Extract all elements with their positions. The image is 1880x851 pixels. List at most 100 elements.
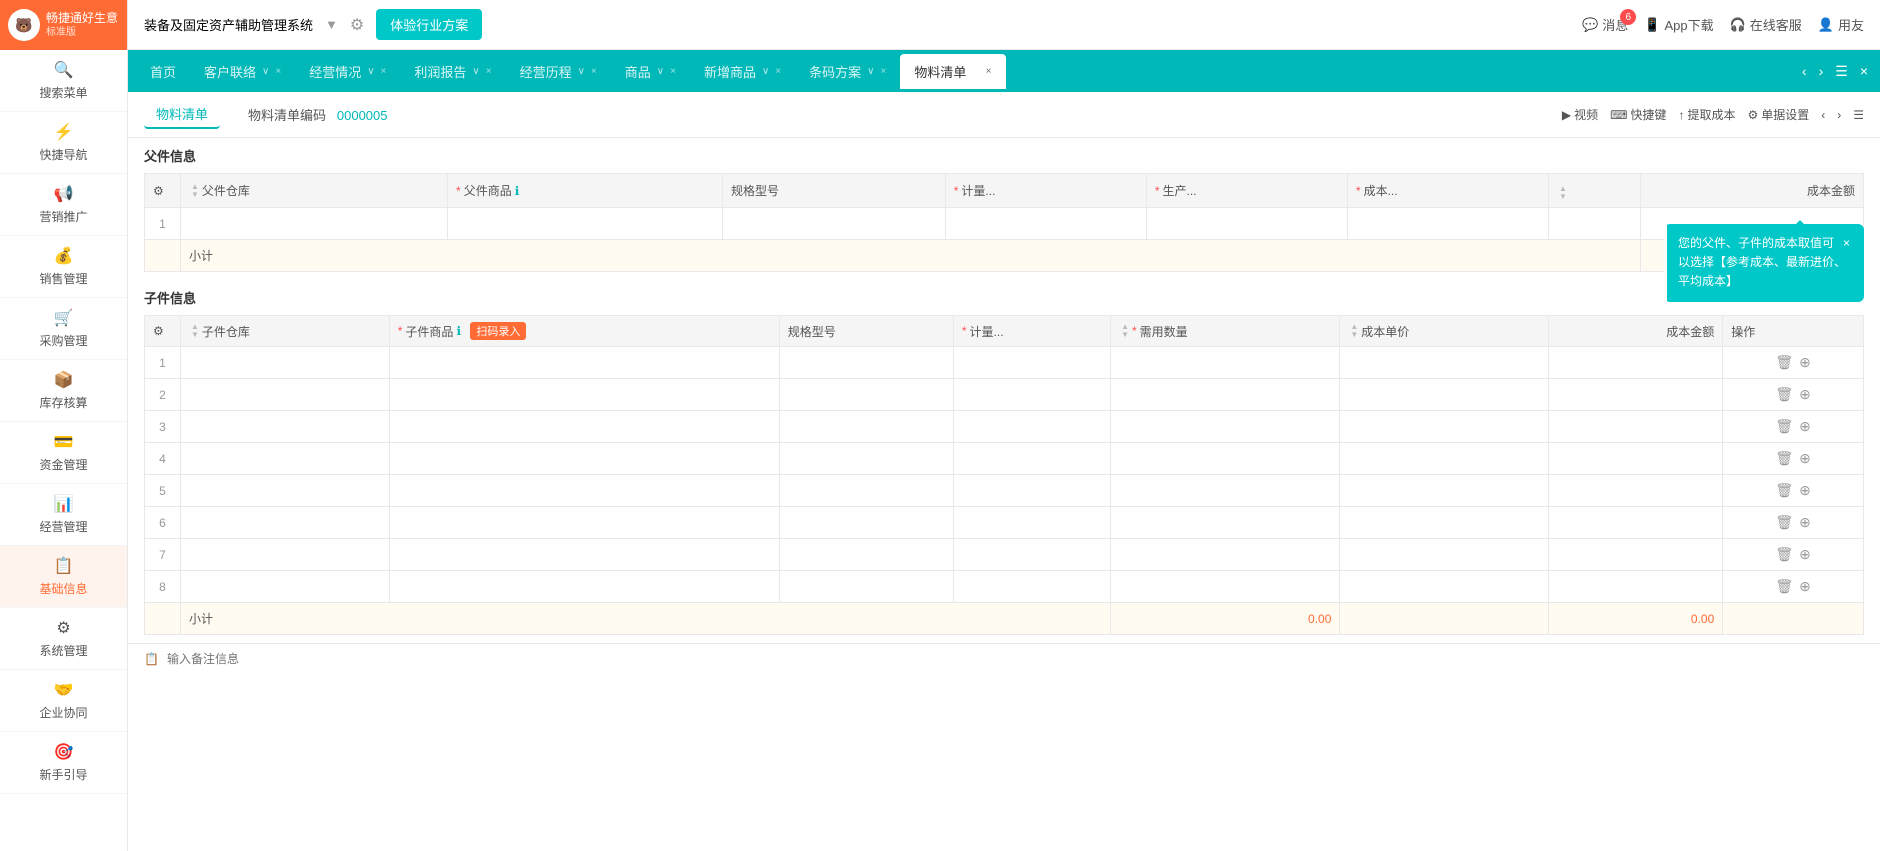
pagination-prev[interactable]: ‹: [1821, 108, 1825, 122]
parent-col-settings[interactable]: ⚙: [145, 174, 181, 208]
tab-history[interactable]: 经营历程 ∨ ×: [506, 54, 611, 89]
copy-icon-row6[interactable]: ⊕: [1799, 514, 1811, 531]
delete-icon-row3[interactable]: 🗑: [1775, 418, 1793, 435]
parent-col-production: * 生产...: [1146, 174, 1347, 208]
delete-icon-row5[interactable]: 🗑: [1775, 482, 1793, 499]
sidebar-item-ops[interactable]: 📊 经营管理: [0, 484, 127, 546]
tab-operations-close[interactable]: ×: [381, 66, 387, 77]
delete-icon-row4[interactable]: 🗑: [1775, 450, 1793, 467]
child-row-1-product[interactable]: [389, 347, 779, 379]
child-row-1-spec[interactable]: [779, 347, 953, 379]
tab-home[interactable]: 首页: [136, 54, 190, 89]
sidebar-item-basic[interactable]: 📋 基础信息: [0, 546, 127, 608]
parent-row-1-spec[interactable]: [722, 208, 945, 240]
sidebar-item-collab[interactable]: 🤝 企业协同: [0, 670, 127, 732]
settings-gear-icon[interactable]: ⚙: [350, 15, 364, 35]
delete-icon-row1[interactable]: 🗑: [1775, 354, 1793, 371]
sidebar-item-quick-nav[interactable]: ⚡ 快捷导航: [0, 112, 127, 174]
tab-next-button[interactable]: ›: [1815, 59, 1828, 83]
tab-profit[interactable]: 利润报告 ∨ ×: [400, 54, 505, 89]
note-input[interactable]: [167, 652, 1864, 666]
message-button[interactable]: 💬 6 消息: [1582, 15, 1628, 34]
pagination-next[interactable]: ›: [1837, 108, 1841, 122]
shortcut-action[interactable]: ⌨ 快捷键: [1610, 106, 1666, 123]
tab-menu-button[interactable]: ☰: [1831, 59, 1852, 84]
child-row-1-unit-cost[interactable]: [1340, 347, 1549, 379]
sub-tab-bom-list[interactable]: 物料清单: [144, 100, 220, 129]
list-view-icon[interactable]: ☰: [1853, 108, 1864, 122]
tab-new-goods[interactable]: 新增商品 ∨ ×: [690, 54, 795, 89]
tab-new-goods-arrow: ∨: [762, 66, 769, 77]
sidebar-item-inventory[interactable]: 📦 库存核算: [0, 360, 127, 422]
child-row-1-unit[interactable]: [953, 347, 1110, 379]
system-icon: ⚙: [56, 618, 70, 638]
copy-icon-row5[interactable]: ⊕: [1799, 482, 1811, 499]
tab-barcode-close[interactable]: ×: [880, 66, 886, 77]
tab-goods[interactable]: 商品 ∨ ×: [611, 54, 690, 89]
tab-bom-close[interactable]: ×: [986, 66, 992, 77]
sidebar-item-system[interactable]: ⚙ 系统管理: [0, 608, 127, 670]
child-row-1-cost-amount[interactable]: [1549, 347, 1723, 379]
tab-barcode[interactable]: 条码方案 ∨ ×: [795, 54, 900, 89]
sidebar-item-sales[interactable]: 💰 销售管理: [0, 236, 127, 298]
trial-button[interactable]: 体验行业方案: [376, 9, 482, 40]
sidebar-item-inventory-label: 库存核算: [39, 394, 87, 411]
child-row-1-qty[interactable]: [1111, 347, 1340, 379]
tab-profit-close[interactable]: ×: [486, 66, 492, 77]
tab-customers[interactable]: 客户联络 ∨ ×: [190, 54, 295, 89]
delete-icon-row6[interactable]: 🗑: [1775, 514, 1793, 531]
parent-row-1-sort[interactable]: [1548, 208, 1640, 240]
sidebar-item-search[interactable]: 🔍 搜索菜单: [0, 50, 127, 112]
child-col-spec: 规格型号: [779, 316, 953, 347]
child-row-2-unit-cost[interactable]: [1340, 379, 1549, 411]
scan-badge[interactable]: 扫码录入: [470, 322, 526, 340]
tab-operations[interactable]: 经营情况 ∨ ×: [295, 54, 400, 89]
child-row-2-qty[interactable]: [1111, 379, 1340, 411]
tab-close-all-button[interactable]: ×: [1856, 59, 1872, 83]
child-row-2-cost-amount[interactable]: [1549, 379, 1723, 411]
user-button[interactable]: 👤 用友: [1818, 15, 1864, 34]
child-row-1-warehouse[interactable]: [181, 347, 390, 379]
dropdown-arrow-icon[interactable]: ▼: [325, 17, 338, 32]
copy-icon-row3[interactable]: ⊕: [1799, 418, 1811, 435]
child-row-2-product[interactable]: [389, 379, 779, 411]
copy-icon-row8[interactable]: ⊕: [1799, 578, 1811, 595]
parent-row-1-product[interactable]: [448, 208, 723, 240]
child-col-settings[interactable]: ⚙: [145, 316, 181, 347]
online-service-label: 在线客服: [1750, 15, 1802, 34]
app-download-button[interactable]: 📱 App下载: [1644, 15, 1713, 34]
parent-row-1-cost[interactable]: [1347, 208, 1548, 240]
tab-goods-close[interactable]: ×: [670, 66, 676, 77]
tab-customers-close[interactable]: ×: [275, 66, 281, 77]
extract-cost-action[interactable]: ↑ 提取成本: [1678, 106, 1735, 123]
sidebar-item-finance[interactable]: 💳 资金管理: [0, 422, 127, 484]
child-row-7: 7 🗑⊕: [145, 539, 1864, 571]
parent-row-1-warehouse[interactable]: [181, 208, 448, 240]
sidebar-item-purchase[interactable]: 🛒 采购管理: [0, 298, 127, 360]
tooltip-close-button[interactable]: ×: [1843, 234, 1850, 253]
single-settings-action[interactable]: ⚙ 单据设置: [1747, 106, 1809, 123]
tab-history-close[interactable]: ×: [591, 66, 597, 77]
tab-new-goods-close[interactable]: ×: [775, 66, 781, 77]
online-service-button[interactable]: 🎧 在线客服: [1730, 15, 1802, 34]
view-action[interactable]: ▶ 视频: [1562, 106, 1598, 123]
copy-icon-row7[interactable]: ⊕: [1799, 546, 1811, 563]
sidebar-item-guide[interactable]: 🎯 新手引导: [0, 732, 127, 794]
child-row-2-spec[interactable]: [779, 379, 953, 411]
delete-icon-row2[interactable]: 🗑: [1775, 386, 1793, 403]
child-row-2-warehouse[interactable]: [181, 379, 390, 411]
extract-icon: ↑: [1678, 108, 1684, 122]
parent-col-sort: ▲▼: [1548, 174, 1640, 208]
tab-prev-button[interactable]: ‹: [1798, 59, 1811, 83]
copy-icon-row4[interactable]: ⊕: [1799, 450, 1811, 467]
parent-row-1-production[interactable]: [1146, 208, 1347, 240]
copy-icon-row1[interactable]: ⊕: [1799, 354, 1811, 371]
delete-icon-row8[interactable]: 🗑: [1775, 578, 1793, 595]
tab-bom[interactable]: 物料清单 ∨ ×: [900, 54, 1005, 89]
child-subtotal-qty: 0.00: [1111, 603, 1340, 635]
parent-row-1-unit[interactable]: [945, 208, 1146, 240]
delete-icon-row7[interactable]: 🗑: [1775, 546, 1793, 563]
child-row-2-unit[interactable]: [953, 379, 1110, 411]
sidebar-item-marketing[interactable]: 📢 营销推广: [0, 174, 127, 236]
copy-icon-row2[interactable]: ⊕: [1799, 386, 1811, 403]
